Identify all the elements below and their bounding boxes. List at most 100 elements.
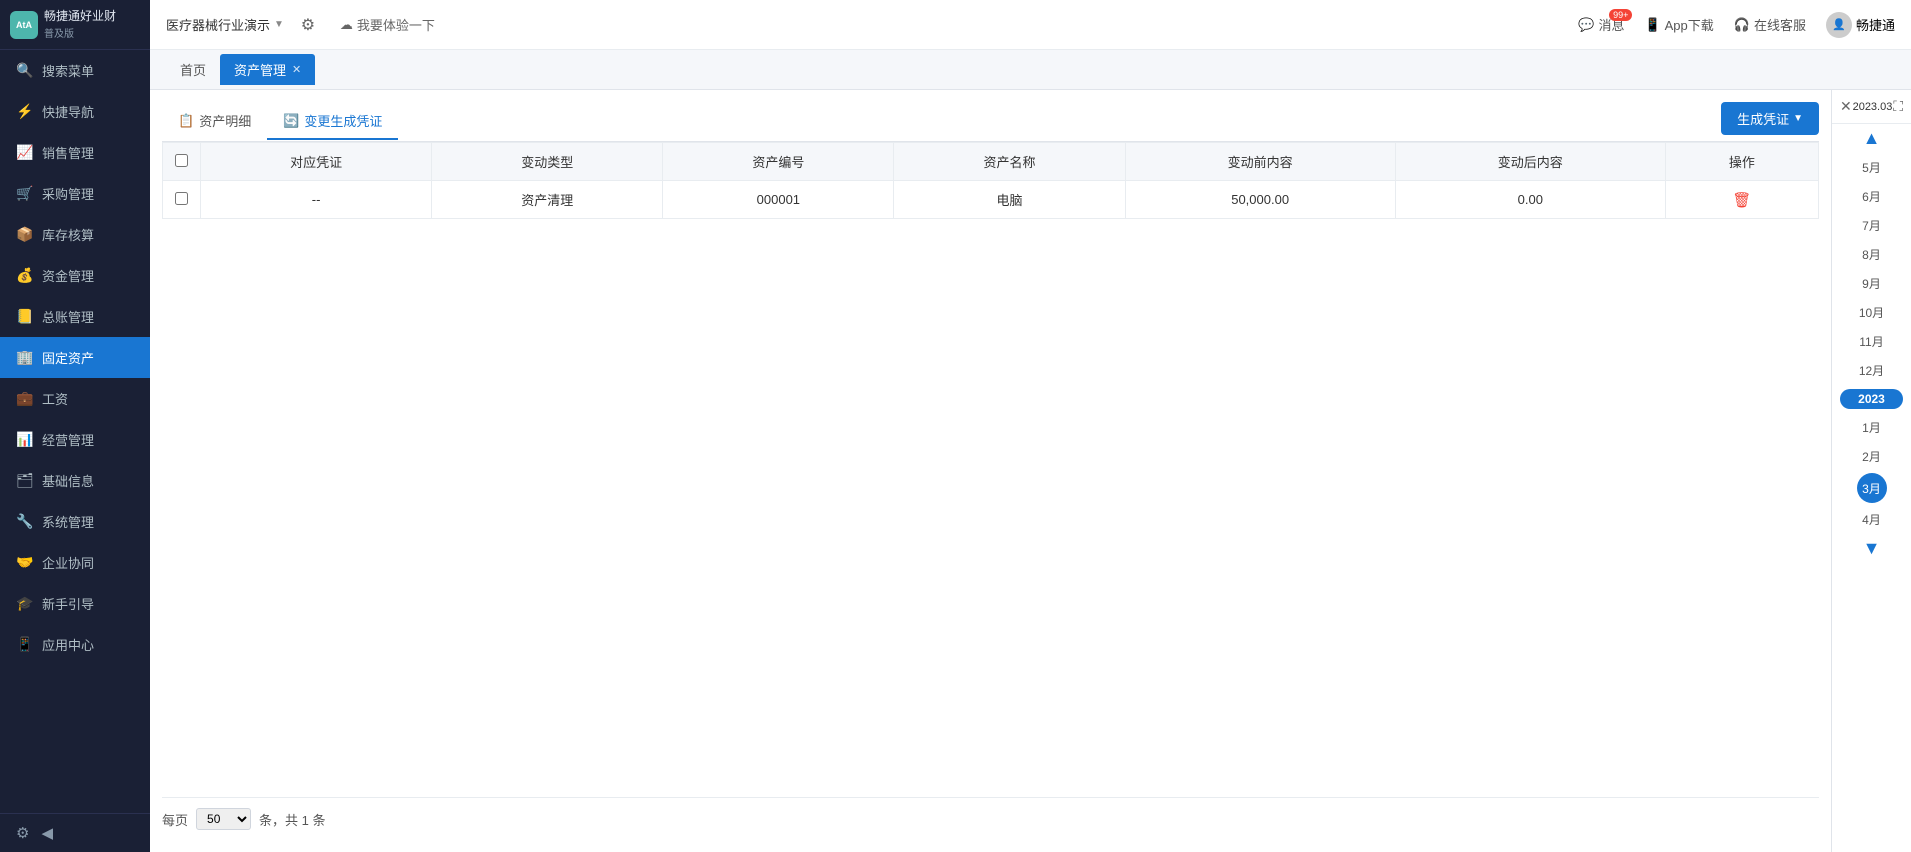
tab-asset-management[interactable]: 资产管理 ✕ bbox=[220, 54, 315, 85]
month-item-10[interactable]: 10月 bbox=[1832, 298, 1911, 327]
top-header: 医疗器械行业演示 ▼ ⚙ ☁ 我要体验一下 💬 消息 99+ 📱 App下载 🎧… bbox=[150, 0, 1911, 50]
quicknav-icon: ⚡ bbox=[16, 103, 34, 121]
panel-close-button[interactable]: ✕ bbox=[1840, 98, 1852, 115]
sidebar-item-payroll[interactable]: 💼 工资 bbox=[0, 378, 150, 419]
sidebar-item-quicknav[interactable]: ⚡ 快捷导航 bbox=[0, 91, 150, 132]
sub-tab-asset-detail[interactable]: 📋 资产明细 bbox=[162, 103, 267, 140]
collapse-icon[interactable]: ◀ bbox=[41, 824, 53, 842]
sidebar: AtA 畅捷通好业财 普及版 🔍 搜索菜单 ⚡ 快捷导航 📈 销售管理 🛒 采购… bbox=[0, 0, 150, 852]
page-size-select[interactable]: 10 20 50 100 bbox=[196, 808, 251, 830]
sub-tabs: 📋 资产明细 🔄 变更生成凭证 生成凭证 ▼ bbox=[162, 102, 1819, 142]
row-asset-name: 电脑 bbox=[894, 181, 1125, 219]
experience-button[interactable]: ☁ 我要体验一下 bbox=[340, 15, 435, 34]
month-item-9[interactable]: 9月 bbox=[1832, 269, 1911, 298]
main-content: 📋 资产明细 🔄 变更生成凭证 生成凭证 ▼ bbox=[150, 90, 1831, 852]
row-before-change: 50,000.00 bbox=[1125, 181, 1395, 219]
row-after-change: 0.00 bbox=[1395, 181, 1665, 219]
header-asset-no: 资产编号 bbox=[663, 143, 894, 181]
header-voucher: 对应凭证 bbox=[201, 143, 432, 181]
ledger-icon: 📒 bbox=[16, 308, 34, 326]
year-2023-marker[interactable]: 2023 bbox=[1840, 389, 1903, 409]
sidebar-item-inventory[interactable]: 📦 库存核算 bbox=[0, 214, 150, 255]
sidebar-item-guide[interactable]: 🎓 新手引导 bbox=[0, 583, 150, 624]
sidebar-item-ledger[interactable]: 📒 总账管理 bbox=[0, 296, 150, 337]
month-2023-4[interactable]: 4月 bbox=[1832, 505, 1911, 534]
avatar: 👤 bbox=[1826, 12, 1852, 38]
pagination: 每页 10 20 50 100 条，共 1 条 bbox=[162, 797, 1819, 840]
date-panel: ▲ 5月 6月 7月 8月 9月 10月 bbox=[1832, 124, 1911, 852]
settings-bottom-icon[interactable]: ⚙ bbox=[16, 824, 29, 842]
dropdown-arrow-icon: ▼ bbox=[1793, 113, 1803, 124]
sidebar-item-purchase[interactable]: 🛒 采购管理 bbox=[0, 173, 150, 214]
month-2023-1[interactable]: 1月 bbox=[1832, 413, 1911, 442]
username: 畅捷通 bbox=[1856, 15, 1895, 34]
header-asset-name: 资产名称 bbox=[894, 143, 1125, 181]
month-2023-3-current[interactable]: 3月 bbox=[1857, 473, 1887, 503]
month-item-5[interactable]: 5月 bbox=[1832, 153, 1911, 182]
sub-tab-change-voucher[interactable]: 🔄 变更生成凭证 bbox=[267, 103, 398, 140]
table-header: 对应凭证 变动类型 资产编号 资产名称 变动前内容 变动后内容 操作 bbox=[163, 143, 1819, 181]
logo-sub: 普及版 bbox=[44, 25, 116, 40]
inventory-icon: 📦 bbox=[16, 226, 34, 244]
sidebar-item-search[interactable]: 🔍 搜索菜单 bbox=[0, 50, 150, 91]
generate-voucher-button[interactable]: 生成凭证 ▼ bbox=[1721, 102, 1819, 135]
month-item-11[interactable]: 11月 bbox=[1832, 327, 1911, 356]
tab-bar: 首页 资产管理 ✕ bbox=[150, 50, 1911, 90]
sidebar-item-operations[interactable]: 📊 经营管理 bbox=[0, 419, 150, 460]
table-container: 对应凭证 变动类型 资产编号 资产名称 变动前内容 变动后内容 操作 bbox=[162, 142, 1819, 797]
message-badge: 99+ bbox=[1609, 9, 1632, 21]
month-item-12[interactable]: 12月 bbox=[1832, 356, 1911, 385]
date-scroll-up-button[interactable]: ▲ bbox=[1832, 124, 1911, 153]
download-icon: 📱 bbox=[1644, 17, 1660, 33]
row-change-type: 资产清理 bbox=[432, 181, 663, 219]
customer-service-button[interactable]: 🎧 在线客服 bbox=[1734, 15, 1806, 34]
row-checkbox[interactable] bbox=[175, 192, 188, 205]
guide-icon: 🎓 bbox=[16, 595, 34, 613]
sidebar-bottom: ⚙ ◀ bbox=[0, 813, 150, 852]
month-item-7[interactable]: 7月 bbox=[1832, 211, 1911, 240]
tab-home[interactable]: 首页 bbox=[166, 54, 220, 85]
panel-expand-button[interactable]: ⛶ bbox=[1893, 98, 1903, 115]
company-selector[interactable]: 医疗器械行业演示 ▼ bbox=[166, 15, 284, 34]
payroll-icon: 💼 bbox=[16, 390, 34, 408]
table-row: -- 资产清理 000001 电脑 50,000.00 0.00 🗑 bbox=[163, 181, 1819, 219]
message-button[interactable]: 💬 消息 99+ bbox=[1578, 15, 1624, 34]
sidebar-logo: AtA 畅捷通好业财 普及版 bbox=[0, 0, 150, 50]
select-all-checkbox[interactable] bbox=[175, 154, 188, 167]
chevron-down-icon: ▼ bbox=[274, 19, 284, 30]
sidebar-item-basic-info[interactable]: 🗂 基础信息 bbox=[0, 460, 150, 501]
change-voucher-icon: 🔄 bbox=[283, 113, 299, 129]
basic-info-icon: 🗂 bbox=[16, 472, 34, 490]
company-name: 医疗器械行业演示 bbox=[166, 15, 270, 34]
header-change-type: 变动类型 bbox=[432, 143, 663, 181]
delete-button[interactable]: 🗑 bbox=[1732, 192, 1751, 209]
tab-close-icon[interactable]: ✕ bbox=[292, 63, 301, 76]
system-icon: 🔧 bbox=[16, 513, 34, 531]
month-2023-2[interactable]: 2月 bbox=[1832, 442, 1911, 471]
data-table: 对应凭证 变动类型 资产编号 资产名称 变动前内容 变动后内容 操作 bbox=[162, 142, 1819, 219]
content-area: 📋 资产明细 🔄 变更生成凭证 生成凭证 ▼ bbox=[150, 90, 1911, 852]
headset-icon: 🎧 bbox=[1734, 17, 1750, 33]
search-icon: 🔍 bbox=[16, 62, 34, 80]
sidebar-item-system[interactable]: 🔧 系统管理 bbox=[0, 501, 150, 542]
finance-icon: 💰 bbox=[16, 267, 34, 285]
header-after-change: 变动后内容 bbox=[1395, 143, 1665, 181]
row-checkbox-cell bbox=[163, 181, 201, 219]
sidebar-nav: 🔍 搜索菜单 ⚡ 快捷导航 📈 销售管理 🛒 采购管理 📦 库存核算 💰 资金管… bbox=[0, 50, 150, 813]
month-item-6[interactable]: 6月 bbox=[1832, 182, 1911, 211]
main-wrapper: 医疗器械行业演示 ▼ ⚙ ☁ 我要体验一下 💬 消息 99+ 📱 App下载 🎧… bbox=[150, 0, 1911, 852]
company-settings-button[interactable]: ⚙ bbox=[294, 11, 322, 39]
header-right: 💬 消息 99+ 📱 App下载 🎧 在线客服 👤 畅捷通 bbox=[1578, 12, 1895, 38]
row-action: 🗑 bbox=[1665, 181, 1818, 219]
sidebar-item-finance[interactable]: 💰 资金管理 bbox=[0, 255, 150, 296]
sidebar-item-cooperation[interactable]: 🤝 企业协同 bbox=[0, 542, 150, 583]
fixed-assets-icon: 🏢 bbox=[16, 349, 34, 367]
table-header-row: 对应凭证 变动类型 资产编号 资产名称 变动前内容 变动后内容 操作 bbox=[163, 143, 1819, 181]
date-scroll-down-button[interactable]: ▼ bbox=[1832, 534, 1911, 563]
month-item-8[interactable]: 8月 bbox=[1832, 240, 1911, 269]
sidebar-item-sales[interactable]: 📈 销售管理 bbox=[0, 132, 150, 173]
app-download-button[interactable]: 📱 App下载 bbox=[1644, 15, 1713, 34]
sidebar-item-fixed-assets[interactable]: 🏢 固定资产 bbox=[0, 337, 150, 378]
user-info[interactable]: 👤 畅捷通 bbox=[1826, 12, 1895, 38]
sidebar-item-app-center[interactable]: 📱 应用中心 bbox=[0, 624, 150, 665]
